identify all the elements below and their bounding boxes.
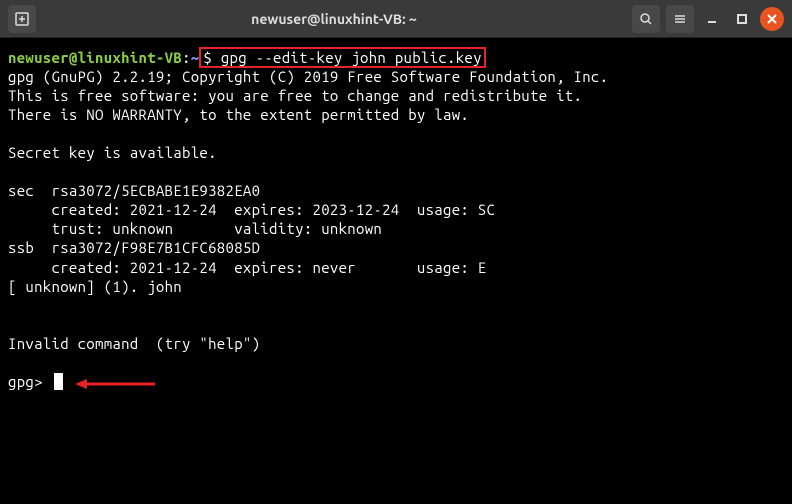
prompt-colon: :	[182, 49, 191, 66]
new-tab-button[interactable]	[8, 5, 36, 33]
minimize-button[interactable]	[700, 7, 724, 31]
titlebar: newuser@linuxhint-VB: ~	[0, 0, 792, 38]
output-line: This is free software: you are free to c…	[8, 87, 582, 104]
menu-button[interactable]	[666, 5, 694, 33]
prompt-user: newuser@linuxhint-VB	[8, 49, 182, 66]
arrow-annotation	[75, 373, 155, 392]
cursor	[54, 373, 63, 390]
command-text: gpg --edit-key john public.key	[221, 49, 482, 66]
command-highlight-box: $ gpg --edit-key john public.key	[199, 47, 485, 68]
output-line: trust: unknown validity: unknown	[8, 220, 382, 237]
gpg-prompt: gpg>	[8, 373, 52, 390]
search-button[interactable]	[632, 5, 660, 33]
output-line: created: 2021-12-24 expires: 2023-12-24 …	[8, 201, 495, 218]
terminal-window: newuser@linuxhint-VB: ~ newuser@linuxhin…	[0, 0, 792, 504]
output-line: ssb rsa3072/F98E7B1CFC68085D	[8, 239, 260, 256]
close-button[interactable]	[760, 7, 784, 31]
output-line: There is NO WARRANTY, to the extent perm…	[8, 106, 469, 123]
output-line: Secret key is available.	[8, 144, 217, 161]
output-line: [ unknown] (1). john	[8, 278, 182, 295]
window-title: newuser@linuxhint-VB: ~	[36, 11, 632, 27]
output-line: created: 2021-12-24 expires: never usage…	[8, 259, 487, 276]
prompt-dollar: $	[203, 49, 220, 66]
titlebar-right-controls	[632, 5, 784, 33]
maximize-button[interactable]	[730, 7, 754, 31]
titlebar-left-controls	[8, 5, 36, 33]
output-line: gpg (GnuPG) 2.2.19; Copyright (C) 2019 F…	[8, 68, 608, 85]
output-line: sec rsa3072/5ECBABE1E9382EA0	[8, 182, 260, 199]
terminal-content[interactable]: newuser@linuxhint-VB:~$ gpg --edit-key j…	[0, 38, 792, 504]
output-line: Invalid command (try "help")	[8, 335, 260, 352]
